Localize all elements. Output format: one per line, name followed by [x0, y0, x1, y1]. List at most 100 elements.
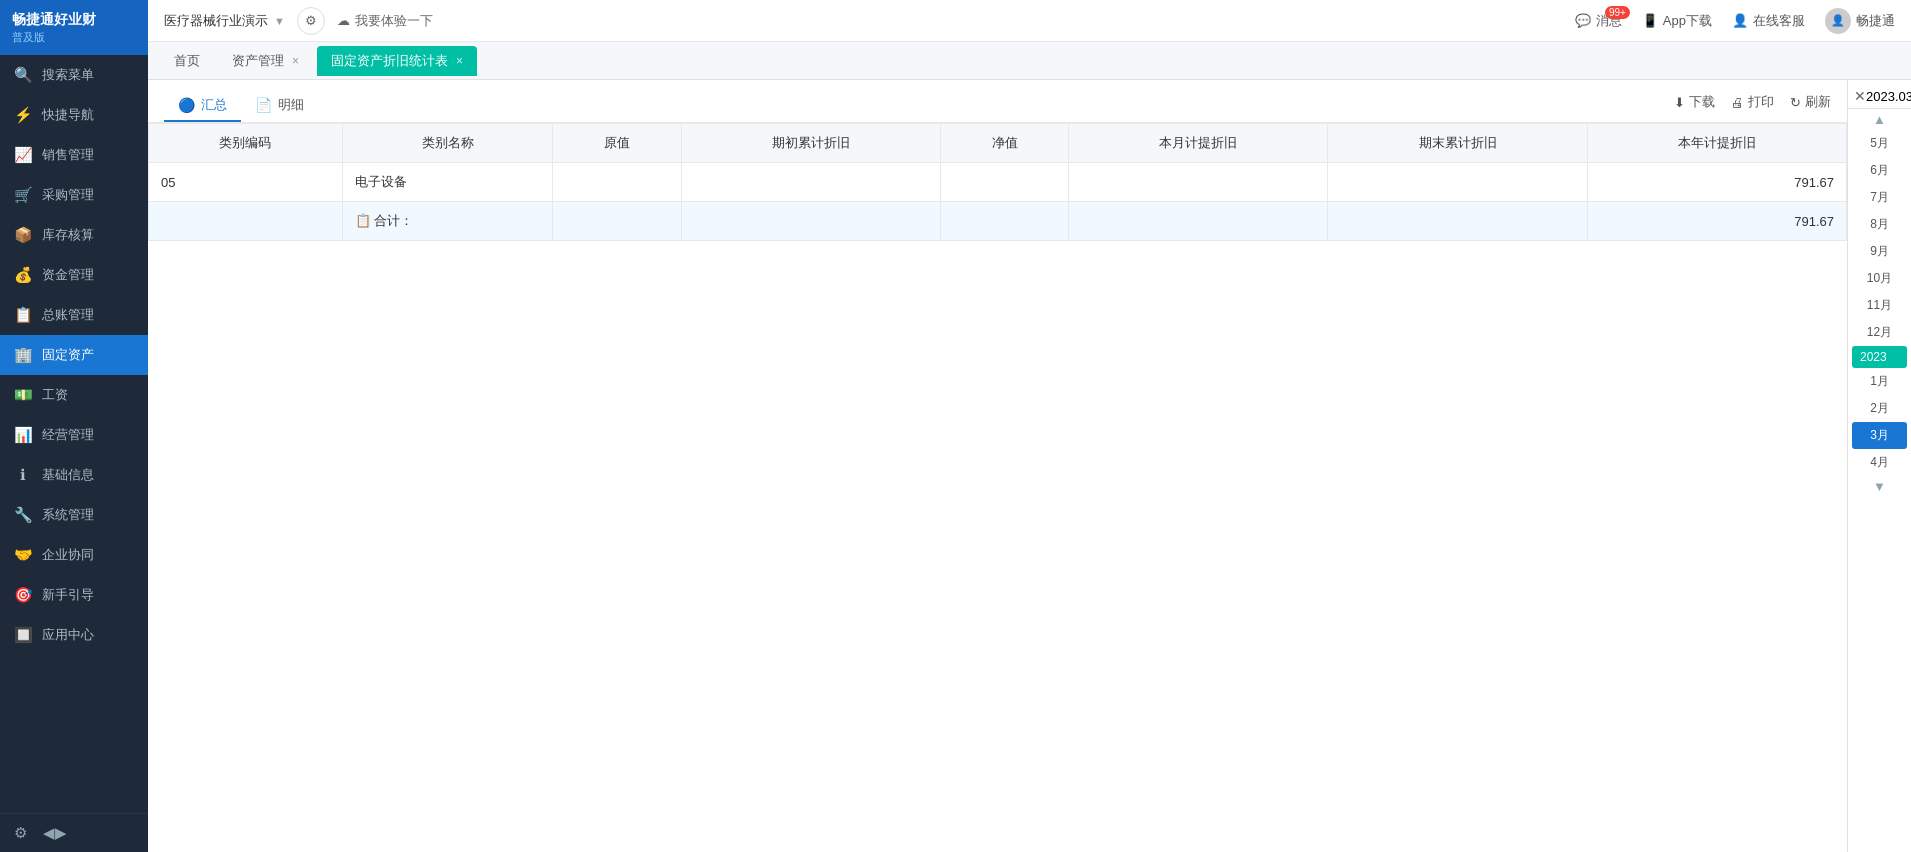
date-panel-title: 2023.03: [1866, 89, 1911, 104]
date-month-1月[interactable]: 1月: [1848, 368, 1911, 395]
sidebar-icon-9: 📊: [14, 426, 32, 444]
date-scroll[interactable]: ▲5月6月7月8月9月10月11月12月20231月2月3月4月▼: [1848, 109, 1911, 848]
sidebar-label-11: 系统管理: [42, 506, 94, 524]
sidebar-item-0[interactable]: 🔍 搜索菜单: [0, 55, 148, 95]
download-button[interactable]: ⬇ 下载: [1674, 93, 1715, 111]
date-month-4月[interactable]: 4月: [1848, 449, 1911, 476]
sidebar-label-6: 总账管理: [42, 306, 94, 324]
col-yearly-dep: 本年计提折旧: [1587, 124, 1846, 163]
close-tab-asset[interactable]: ×: [292, 54, 299, 68]
sidebar-logo: 畅捷通好业财 普及版: [0, 0, 148, 55]
sidebar-item-7[interactable]: 🏢固定资产: [0, 335, 148, 375]
message-button[interactable]: 💬 消息 99+: [1575, 12, 1622, 30]
date-month-8月[interactable]: 8月: [1848, 211, 1911, 238]
tab-home[interactable]: 首页: [160, 46, 214, 76]
close-tab-report[interactable]: ×: [456, 54, 463, 68]
company-name: 医疗器械行业演示: [164, 12, 268, 30]
summary-spacer: [149, 202, 343, 241]
sidebar-item-8[interactable]: 💵工资: [0, 375, 148, 415]
sidebar-item-10[interactable]: ℹ基础信息: [0, 455, 148, 495]
sidebar-label-0: 搜索菜单: [42, 66, 94, 84]
sidebar-icon-0: 🔍: [14, 66, 32, 84]
sidebar-item-9[interactable]: 📊经营管理: [0, 415, 148, 455]
app-download-button[interactable]: 📱 App下载: [1642, 12, 1712, 30]
col-monthly-dep: 本月计提折旧: [1069, 124, 1328, 163]
print-button[interactable]: 🖨 打印: [1731, 93, 1774, 111]
content-area: 🔵 汇总 📄 明细 ⬇ 下载 🖨 打印: [148, 80, 1911, 852]
date-up-button[interactable]: ▲: [1848, 109, 1911, 130]
customer-service-button[interactable]: 👤 在线客服: [1732, 12, 1805, 30]
experience-button[interactable]: ☁ 我要体验一下: [337, 12, 433, 30]
tab-fixed-asset-report[interactable]: 固定资产折旧统计表 ×: [317, 46, 477, 76]
sidebar-scroll: 🔍 搜索菜单 ⚡快捷导航📈销售管理🛒采购管理📦库存核算 💰 资金管理 📋 总账管理 🏢固定资产…: [0, 55, 148, 813]
report-panel: 🔵 汇总 📄 明细 ⬇ 下载 🖨 打印: [148, 80, 1847, 852]
date-month-7月[interactable]: 7月: [1848, 184, 1911, 211]
sidebar-item-2[interactable]: 📈销售管理: [0, 135, 148, 175]
sidebar-icon-12: 🤝: [14, 546, 32, 564]
sidebar-icon-5: 💰: [14, 266, 32, 284]
sidebar-label-12: 企业协同: [42, 546, 94, 564]
sub-tab-detail[interactable]: 📄 明细: [241, 90, 318, 122]
date-panel-header: ✕ 2023.03 ⤢: [1848, 84, 1911, 109]
sidebar-icon-14: 🔲: [14, 626, 32, 644]
sidebar-item-14[interactable]: 🔲应用中心: [0, 615, 148, 655]
sidebar-item-4[interactable]: 📦库存核算: [0, 215, 148, 255]
sidebar-label-5: 资金管理: [42, 266, 94, 284]
settings-icon[interactable]: ⚙: [14, 824, 27, 842]
sidebar-icon-11: 🔧: [14, 506, 32, 524]
row-net-value: [940, 163, 1068, 202]
topbar-right: 💬 消息 99+ 📱 App下载 👤 在线客服 👤 畅捷通: [1575, 8, 1895, 34]
sidebar-label-10: 基础信息: [42, 466, 94, 484]
date-month-2月[interactable]: 2月: [1848, 395, 1911, 422]
topbar-settings-button[interactable]: ⚙: [297, 7, 325, 35]
download-icon: ⬇: [1674, 95, 1685, 110]
sidebar-label-13: 新手引导: [42, 586, 94, 604]
service-icon: 👤: [1732, 13, 1748, 28]
date-month-9月[interactable]: 9月: [1848, 238, 1911, 265]
row-code: 05: [149, 163, 343, 202]
sidebar-item-13[interactable]: 🎯 新手引导: [0, 575, 148, 615]
collapse-icon[interactable]: ◀▶: [43, 824, 67, 842]
summary-period-end-dep: [1328, 202, 1587, 241]
app-edition: 普及版: [12, 30, 136, 45]
sidebar-label-7: 固定资产: [42, 346, 94, 364]
company-chevron-icon: ▼: [274, 15, 285, 27]
row-initial-dep: [681, 163, 940, 202]
sidebar-item-6[interactable]: 📋 总账管理: [0, 295, 148, 335]
sidebar-icon-13: 🎯: [14, 586, 32, 604]
date-panel: ✕ 2023.03 ⤢ ▲5月6月7月8月9月10月11月12月20231月2月…: [1847, 80, 1911, 852]
download-icon: 📱: [1642, 13, 1658, 28]
row-original: [553, 163, 681, 202]
summary-original: [553, 202, 681, 241]
summary-net-value: [940, 202, 1068, 241]
sidebar-bottom: ⚙ ◀▶: [0, 813, 148, 852]
date-month-11月[interactable]: 11月: [1848, 292, 1911, 319]
sidebar-item-5[interactable]: 💰 资金管理: [0, 255, 148, 295]
row-monthly-dep: [1069, 163, 1328, 202]
sidebar-item-12[interactable]: 🤝 企业协同: [0, 535, 148, 575]
date-month-12月[interactable]: 12月: [1848, 319, 1911, 346]
sub-tab-summary[interactable]: 🔵 汇总: [164, 90, 241, 122]
refresh-icon: ↻: [1790, 95, 1801, 110]
date-month-3月[interactable]: 3月: [1852, 422, 1907, 449]
refresh-button[interactable]: ↻ 刷新: [1790, 93, 1831, 111]
date-month-10月[interactable]: 10月: [1848, 265, 1911, 292]
sidebar-icon-6: 📋: [14, 306, 32, 324]
date-down-button[interactable]: ▼: [1848, 476, 1911, 497]
user-profile[interactable]: 👤 畅捷通: [1825, 8, 1895, 34]
sidebar-item-1[interactable]: ⚡快捷导航: [0, 95, 148, 135]
date-panel-close-icon[interactable]: ✕: [1854, 88, 1866, 104]
sidebar-item-3[interactable]: 🛒采购管理: [0, 175, 148, 215]
date-month-6月[interactable]: 6月: [1848, 157, 1911, 184]
tab-asset-management[interactable]: 资产管理 ×: [218, 46, 313, 76]
col-net-value: 净值: [940, 124, 1068, 163]
sidebar: 畅捷通好业财 普及版 🔍 搜索菜单 ⚡快捷导航📈销售管理🛒采购管理📦库存核算 💰 资金管…: [0, 0, 148, 852]
col-name: 类别名称: [342, 124, 552, 163]
message-badge: 99+: [1605, 6, 1630, 19]
date-month-5月[interactable]: 5月: [1848, 130, 1911, 157]
col-original: 原值: [553, 124, 681, 163]
sidebar-item-11[interactable]: 🔧 系统管理: [0, 495, 148, 535]
sub-tabs: 🔵 汇总 📄 明细 ⬇ 下载 🖨 打印: [148, 80, 1847, 123]
company-selector[interactable]: 医疗器械行业演示 ▼: [164, 12, 285, 30]
summary-row: 📋 合计： 791.67: [149, 202, 1847, 241]
